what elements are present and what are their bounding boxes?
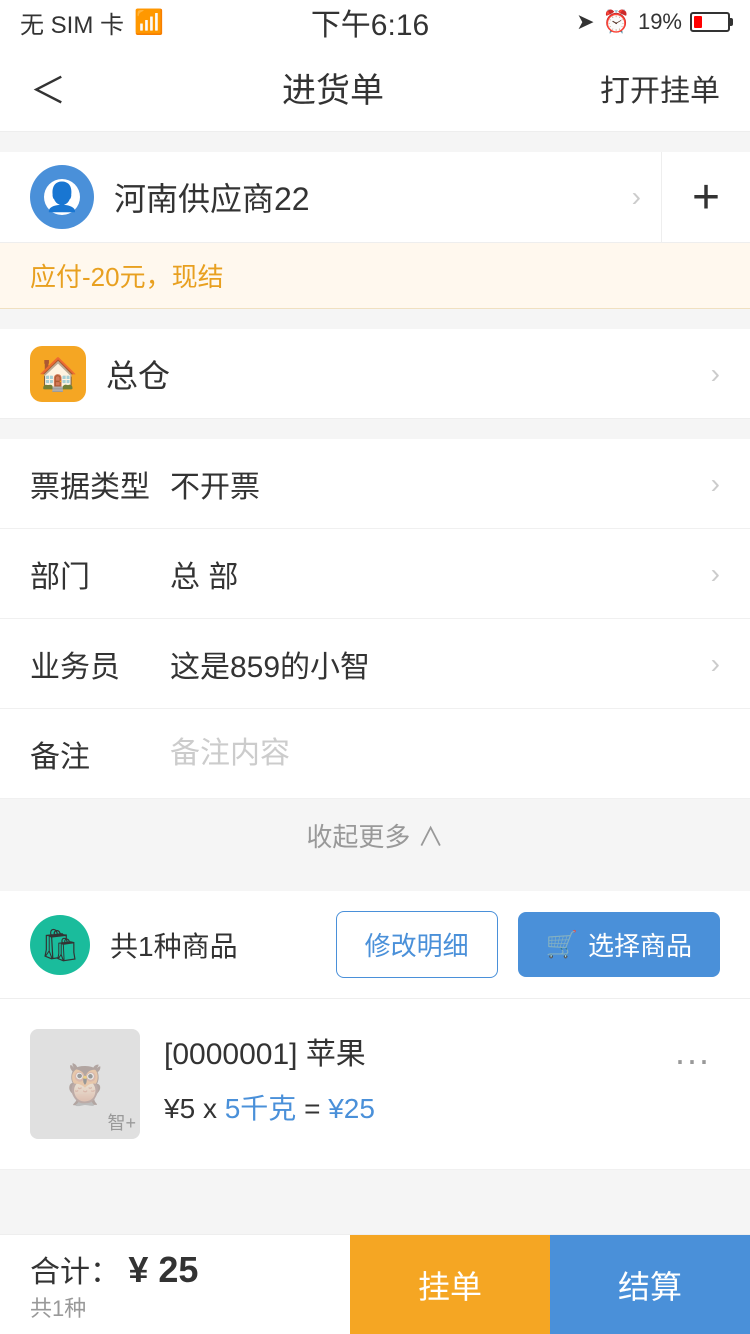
collapse-label: 收起更多 ∧ xyxy=(306,817,443,854)
product-name: [0000001] 苹果 xyxy=(164,1029,640,1073)
remark-input[interactable] xyxy=(170,737,720,771)
product-title: 苹果 xyxy=(306,1038,366,1071)
product-count-text: 共1种商品 xyxy=(110,925,316,965)
payment-info: 应付-20元，现结 xyxy=(0,243,750,309)
bag-icon: 🛍 xyxy=(40,926,81,964)
remark-row[interactable]: 备注 xyxy=(0,709,750,799)
dept-label: 部门 xyxy=(30,552,170,596)
form-section: 票据类型 不开票 › 部门 总 部 › 业务员 这是859的小智 › 备注 xyxy=(0,439,750,799)
product-count-icon: 🛍 xyxy=(30,915,90,975)
quantity: 5千克 xyxy=(225,1093,297,1124)
pending-button[interactable]: 挂单 xyxy=(350,1235,550,1334)
bottom-bar: 合计： ¥ 25 共1种 挂单 结算 xyxy=(0,1234,750,1334)
product-more-button[interactable]: ··· xyxy=(664,1029,720,1091)
sales-value: 这是859的小智 xyxy=(170,642,701,686)
status-time: 下午6:16 xyxy=(311,0,429,44)
section-gap-3 xyxy=(0,419,750,439)
total-amount: ¥ 25 xyxy=(128,1249,198,1290)
nav-bar: ＜ 进货单 打开挂单 xyxy=(0,44,750,132)
chevron-right-icon: › xyxy=(711,358,720,390)
battery-icon xyxy=(690,12,730,32)
unit-price: ¥5 xyxy=(164,1093,195,1124)
invoice-value: 不开票 xyxy=(170,462,701,506)
cart-icon: 🛒 xyxy=(546,929,578,960)
checkout-button[interactable]: 结算 xyxy=(550,1235,750,1334)
product-info: [0000001] 苹果 ¥5 x 5千克 = ¥25 xyxy=(164,1029,640,1127)
status-bar: 无 SIM 卡 📶 下午6:16 ➤ ⏰ 19% xyxy=(0,0,750,44)
invoice-row[interactable]: 票据类型 不开票 › xyxy=(0,439,750,529)
total-price: ¥25 xyxy=(328,1093,375,1124)
sales-label: 业务员 xyxy=(30,642,170,686)
section-gap-1 xyxy=(0,132,750,152)
chevron-right-icon: › xyxy=(711,558,720,590)
select-product-label: 选择商品 xyxy=(588,926,692,963)
invoice-label: 票据类型 xyxy=(30,462,170,506)
add-supplier-button[interactable]: + xyxy=(662,170,720,225)
supplier-row[interactable]: 河南供应商22 › xyxy=(30,152,662,242)
owl-icon: 🦉 xyxy=(60,1061,110,1108)
dept-value: 总 部 xyxy=(170,552,701,596)
bottom-gap xyxy=(0,1170,750,1190)
sales-row[interactable]: 业务员 这是859的小智 › xyxy=(0,619,750,709)
warehouse-row[interactable]: 🏠 总仓 › xyxy=(0,329,750,419)
warehouse-icon: 🏠 xyxy=(30,346,86,402)
chevron-right-icon: › xyxy=(711,648,720,680)
supplier-name: 河南供应商22 xyxy=(114,174,622,220)
product-code: [0000001] xyxy=(164,1038,297,1071)
dept-row[interactable]: 部门 总 部 › xyxy=(0,529,750,619)
user-icon xyxy=(44,179,80,215)
avatar xyxy=(30,165,94,229)
chevron-right-icon: › xyxy=(711,468,720,500)
select-product-button[interactable]: 🛒 选择商品 xyxy=(518,912,720,977)
back-button[interactable]: ＜ xyxy=(30,62,66,114)
collapse-toggle[interactable]: 收起更多 ∧ xyxy=(0,799,750,871)
section-gap-2 xyxy=(0,309,750,329)
product-item: 🦉 智+ [0000001] 苹果 ¥5 x 5千克 = ¥25 ··· xyxy=(0,999,750,1170)
products-header: 🛍 共1种商品 修改明细 🛒 选择商品 xyxy=(0,891,750,999)
location-icon: ➤ xyxy=(576,9,594,35)
total-label: 合计： xyxy=(30,1256,120,1289)
total-section: 合计： ¥ 25 共1种 xyxy=(0,1235,350,1334)
carrier-text: 无 SIM 卡 xyxy=(20,5,124,40)
warehouse-label: 总仓 xyxy=(106,351,701,397)
product-price: ¥5 x 5千克 = ¥25 xyxy=(164,1087,640,1127)
status-left: 无 SIM 卡 📶 xyxy=(20,5,164,40)
battery-text: 19% xyxy=(638,9,682,35)
page-title: 进货单 xyxy=(282,63,384,112)
wifi-icon: 📶 xyxy=(134,8,164,37)
total-sub: 共1种 xyxy=(30,1291,320,1323)
alarm-icon: ⏰ xyxy=(603,9,630,35)
open-pending-button[interactable]: 打开挂单 xyxy=(600,66,720,110)
chevron-right-icon: › xyxy=(632,181,641,213)
supplier-section: 河南供应商22 › + xyxy=(0,152,750,243)
remark-label: 备注 xyxy=(30,732,170,776)
thumb-label: 智+ xyxy=(107,1109,136,1135)
section-gap-4 xyxy=(0,871,750,891)
total-main: 合计： ¥ 25 xyxy=(30,1247,320,1291)
status-right: ➤ ⏰ 19% xyxy=(576,9,730,35)
edit-detail-button[interactable]: 修改明细 xyxy=(336,911,498,978)
home-icon: 🏠 xyxy=(38,355,78,393)
product-thumbnail: 🦉 智+ xyxy=(30,1029,140,1139)
